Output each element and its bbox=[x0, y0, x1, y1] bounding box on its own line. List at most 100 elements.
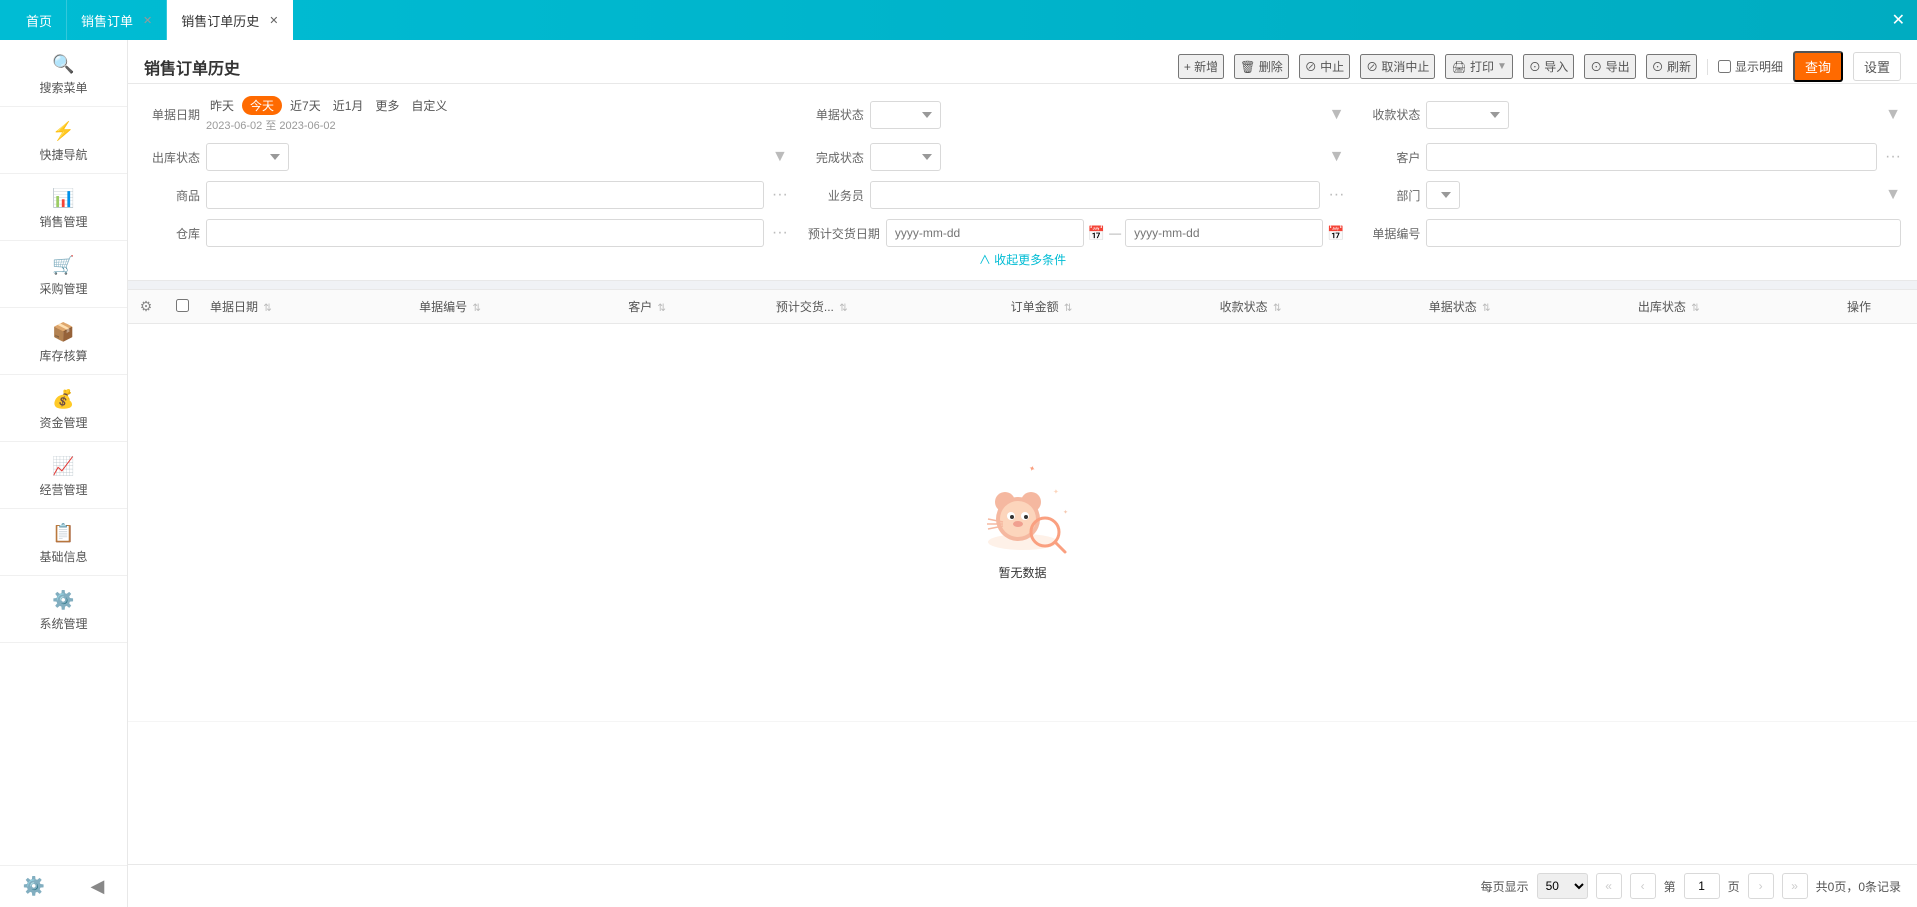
filter-end-date-input[interactable] bbox=[1125, 219, 1323, 247]
date-1month-btn[interactable]: 近1月 bbox=[329, 96, 368, 115]
th-no[interactable]: 单据编号 ⇅ bbox=[409, 290, 618, 324]
empty-illustration: ✦ ✦ ✦ bbox=[963, 464, 1083, 564]
stop-btn[interactable]: ⊘ 中止 bbox=[1299, 54, 1350, 79]
print-dropdown-icon[interactable]: ▼ bbox=[1497, 61, 1507, 72]
query-btn[interactable]: 查询 bbox=[1793, 51, 1843, 82]
calendar-end-icon[interactable]: 📅 bbox=[1327, 225, 1344, 242]
department-chevron-icon[interactable]: ▼ bbox=[1885, 186, 1901, 204]
first-page-btn[interactable]: « bbox=[1596, 873, 1622, 899]
settings-btn[interactable]: 设置 bbox=[1853, 52, 1901, 81]
filter-customer-input[interactable] bbox=[1426, 143, 1877, 171]
tab-sales-order[interactable]: 销售订单 ✕ bbox=[67, 0, 167, 40]
th-date-label: 单据日期 bbox=[210, 300, 258, 314]
tab-sales-order-history[interactable]: 销售订单历史 ✕ bbox=[167, 0, 293, 40]
date-more-btn[interactable]: 更多 bbox=[371, 96, 403, 115]
sidebar-item-search-menu[interactable]: 🔍 搜索菜单 bbox=[0, 40, 127, 107]
sidebar-item-purchase-mgmt[interactable]: 🛒 采购管理 bbox=[0, 241, 127, 308]
system-mgmt-icon: ⚙️ bbox=[52, 590, 74, 611]
filter-warehouse-input[interactable] bbox=[206, 219, 764, 247]
sidebar-item-capital-mgmt[interactable]: 💰 资金管理 bbox=[0, 375, 127, 442]
th-delivery-status-sort-icon[interactable]: ⇅ bbox=[1691, 303, 1699, 314]
filter-delivery-label: 出库状态 bbox=[144, 149, 200, 166]
warehouse-dots-icon[interactable]: ··· bbox=[772, 224, 788, 242]
payment-chevron-icon[interactable]: ▼ bbox=[1885, 106, 1901, 124]
tab-sales-order-label: 销售订单 bbox=[81, 11, 133, 30]
filter-product-input[interactable] bbox=[206, 181, 764, 209]
print-btn[interactable]: 🖨 打印 ▼ bbox=[1445, 54, 1512, 79]
th-customer-sort-icon[interactable]: ⇅ bbox=[658, 303, 666, 314]
export-btn[interactable]: ⊙ 导出 bbox=[1584, 54, 1635, 79]
select-all-checkbox[interactable] bbox=[176, 299, 189, 312]
import-btn[interactable]: ⊙ 导入 bbox=[1523, 54, 1574, 79]
th-payment-status-label: 收款状态 bbox=[1220, 300, 1268, 314]
th-delivery-status[interactable]: 出库状态 ⇅ bbox=[1628, 290, 1837, 324]
product-dots-icon[interactable]: ··· bbox=[772, 186, 788, 204]
cancel-stop-btn[interactable]: ⊘ 取消中止 bbox=[1360, 54, 1435, 79]
th-payment-status[interactable]: 收款状态 ⇅ bbox=[1210, 290, 1419, 324]
sidebar-item-inventory-calc[interactable]: 📦 库存核算 bbox=[0, 308, 127, 375]
th-date-sort-icon[interactable]: ⇅ bbox=[263, 303, 271, 314]
th-order-amount[interactable]: 订单金额 ⇅ bbox=[1001, 290, 1210, 324]
filter-order-no-input[interactable] bbox=[1426, 219, 1901, 247]
date-7days-btn[interactable]: 近7天 bbox=[286, 96, 325, 115]
sidebar-item-quick-nav[interactable]: ⚡ 快捷导航 bbox=[0, 107, 127, 174]
filter-salesperson-input[interactable] bbox=[870, 181, 1321, 209]
filter-product-label: 商品 bbox=[144, 187, 200, 204]
collapse-row[interactable]: ∧ 收起更多条件 bbox=[144, 247, 1901, 268]
filter-payment-select[interactable]: 未收款 部分收款 已收款 bbox=[1426, 101, 1509, 129]
th-settings[interactable]: ⚙ bbox=[128, 290, 164, 324]
first-page-icon: « bbox=[1605, 879, 1612, 893]
sidebar-collapse-icon[interactable]: ◀ bbox=[90, 876, 104, 897]
tab-sales-order-history-close[interactable]: ✕ bbox=[269, 14, 278, 27]
th-order-amount-sort-icon[interactable]: ⇅ bbox=[1064, 303, 1072, 314]
display-toggle-wrap[interactable]: 显示明细 bbox=[1718, 58, 1783, 75]
display-toggle-checkbox[interactable] bbox=[1718, 60, 1731, 73]
new-btn-label: + 新增 bbox=[1184, 58, 1218, 75]
next-page-btn[interactable]: › bbox=[1748, 873, 1774, 899]
status-chevron-icon[interactable]: ▼ bbox=[1329, 106, 1345, 124]
th-customer[interactable]: 客户 ⇅ bbox=[618, 290, 766, 324]
new-btn[interactable]: + 新增 bbox=[1178, 54, 1224, 79]
last-page-btn[interactable]: » bbox=[1782, 873, 1808, 899]
sidebar-item-business-mgmt[interactable]: 📈 经营管理 bbox=[0, 442, 127, 509]
filter-complete-select[interactable]: 未完成 已完成 bbox=[870, 143, 941, 171]
date-custom-btn[interactable]: 自定义 bbox=[407, 96, 451, 115]
filter-department-select[interactable] bbox=[1426, 181, 1460, 209]
refresh-btn[interactable]: ⊙ 刷新 bbox=[1646, 54, 1697, 79]
date-yesterday-btn[interactable]: 昨天 bbox=[206, 96, 238, 115]
th-date[interactable]: 单据日期 ⇅ bbox=[200, 290, 409, 324]
delete-btn[interactable]: 🗑 删除 bbox=[1234, 54, 1289, 79]
filter-customer-item: 客户 ··· bbox=[1364, 143, 1901, 171]
complete-chevron-icon[interactable]: ▼ bbox=[1329, 148, 1345, 166]
purchase-mgmt-icon: 🛒 bbox=[52, 255, 74, 276]
customer-dots-icon[interactable]: ··· bbox=[1885, 148, 1901, 166]
prev-page-btn[interactable]: ‹ bbox=[1630, 873, 1656, 899]
filter-status-select[interactable]: 草稿 已审核 已关闭 bbox=[870, 101, 941, 129]
salesperson-dots-icon[interactable]: ··· bbox=[1328, 186, 1344, 204]
settings-gear-icon[interactable]: ⚙ bbox=[140, 298, 153, 314]
th-expected-delivery[interactable]: 预计交货... ⇅ bbox=[766, 290, 1001, 324]
filter-status-label: 单据状态 bbox=[808, 106, 864, 123]
th-no-sort-icon[interactable]: ⇅ bbox=[472, 303, 480, 314]
th-expected-delivery-sort-icon[interactable]: ⇅ bbox=[839, 303, 847, 314]
calendar-start-icon[interactable]: 📅 bbox=[1088, 225, 1105, 242]
page-size-select[interactable]: 10 20 50 100 bbox=[1537, 873, 1588, 899]
table-header-row: ⚙ 单据日期 ⇅ 单据编号 ⇅ bbox=[128, 290, 1917, 324]
filter-delivery-select[interactable]: 未出库 部分出库 已出库 bbox=[206, 143, 289, 171]
window-close-btn[interactable]: ✕ bbox=[1892, 10, 1905, 30]
sidebar-item-sales-mgmt[interactable]: 📊 销售管理 bbox=[0, 174, 127, 241]
tab-sales-order-close[interactable]: ✕ bbox=[143, 14, 152, 27]
th-order-status-sort-icon[interactable]: ⇅ bbox=[1482, 303, 1490, 314]
page-number-input[interactable] bbox=[1684, 873, 1720, 899]
sidebar-settings-icon[interactable]: ⚙️ bbox=[23, 876, 45, 897]
tab-home[interactable]: 首页 bbox=[12, 0, 67, 40]
th-order-status[interactable]: 单据状态 ⇅ bbox=[1419, 290, 1628, 324]
th-payment-status-sort-icon[interactable]: ⇅ bbox=[1273, 303, 1281, 314]
th-checkbox[interactable] bbox=[164, 290, 200, 324]
delivery-chevron-icon[interactable]: ▼ bbox=[772, 148, 788, 166]
sidebar-item-basic-info[interactable]: 📋 基础信息 bbox=[0, 509, 127, 576]
filter-start-date-input[interactable] bbox=[886, 219, 1084, 247]
sidebar-item-system-mgmt[interactable]: ⚙️ 系统管理 bbox=[0, 576, 127, 643]
th-order-amount-label: 订单金额 bbox=[1011, 300, 1059, 314]
date-today-btn[interactable]: 今天 bbox=[242, 96, 282, 115]
